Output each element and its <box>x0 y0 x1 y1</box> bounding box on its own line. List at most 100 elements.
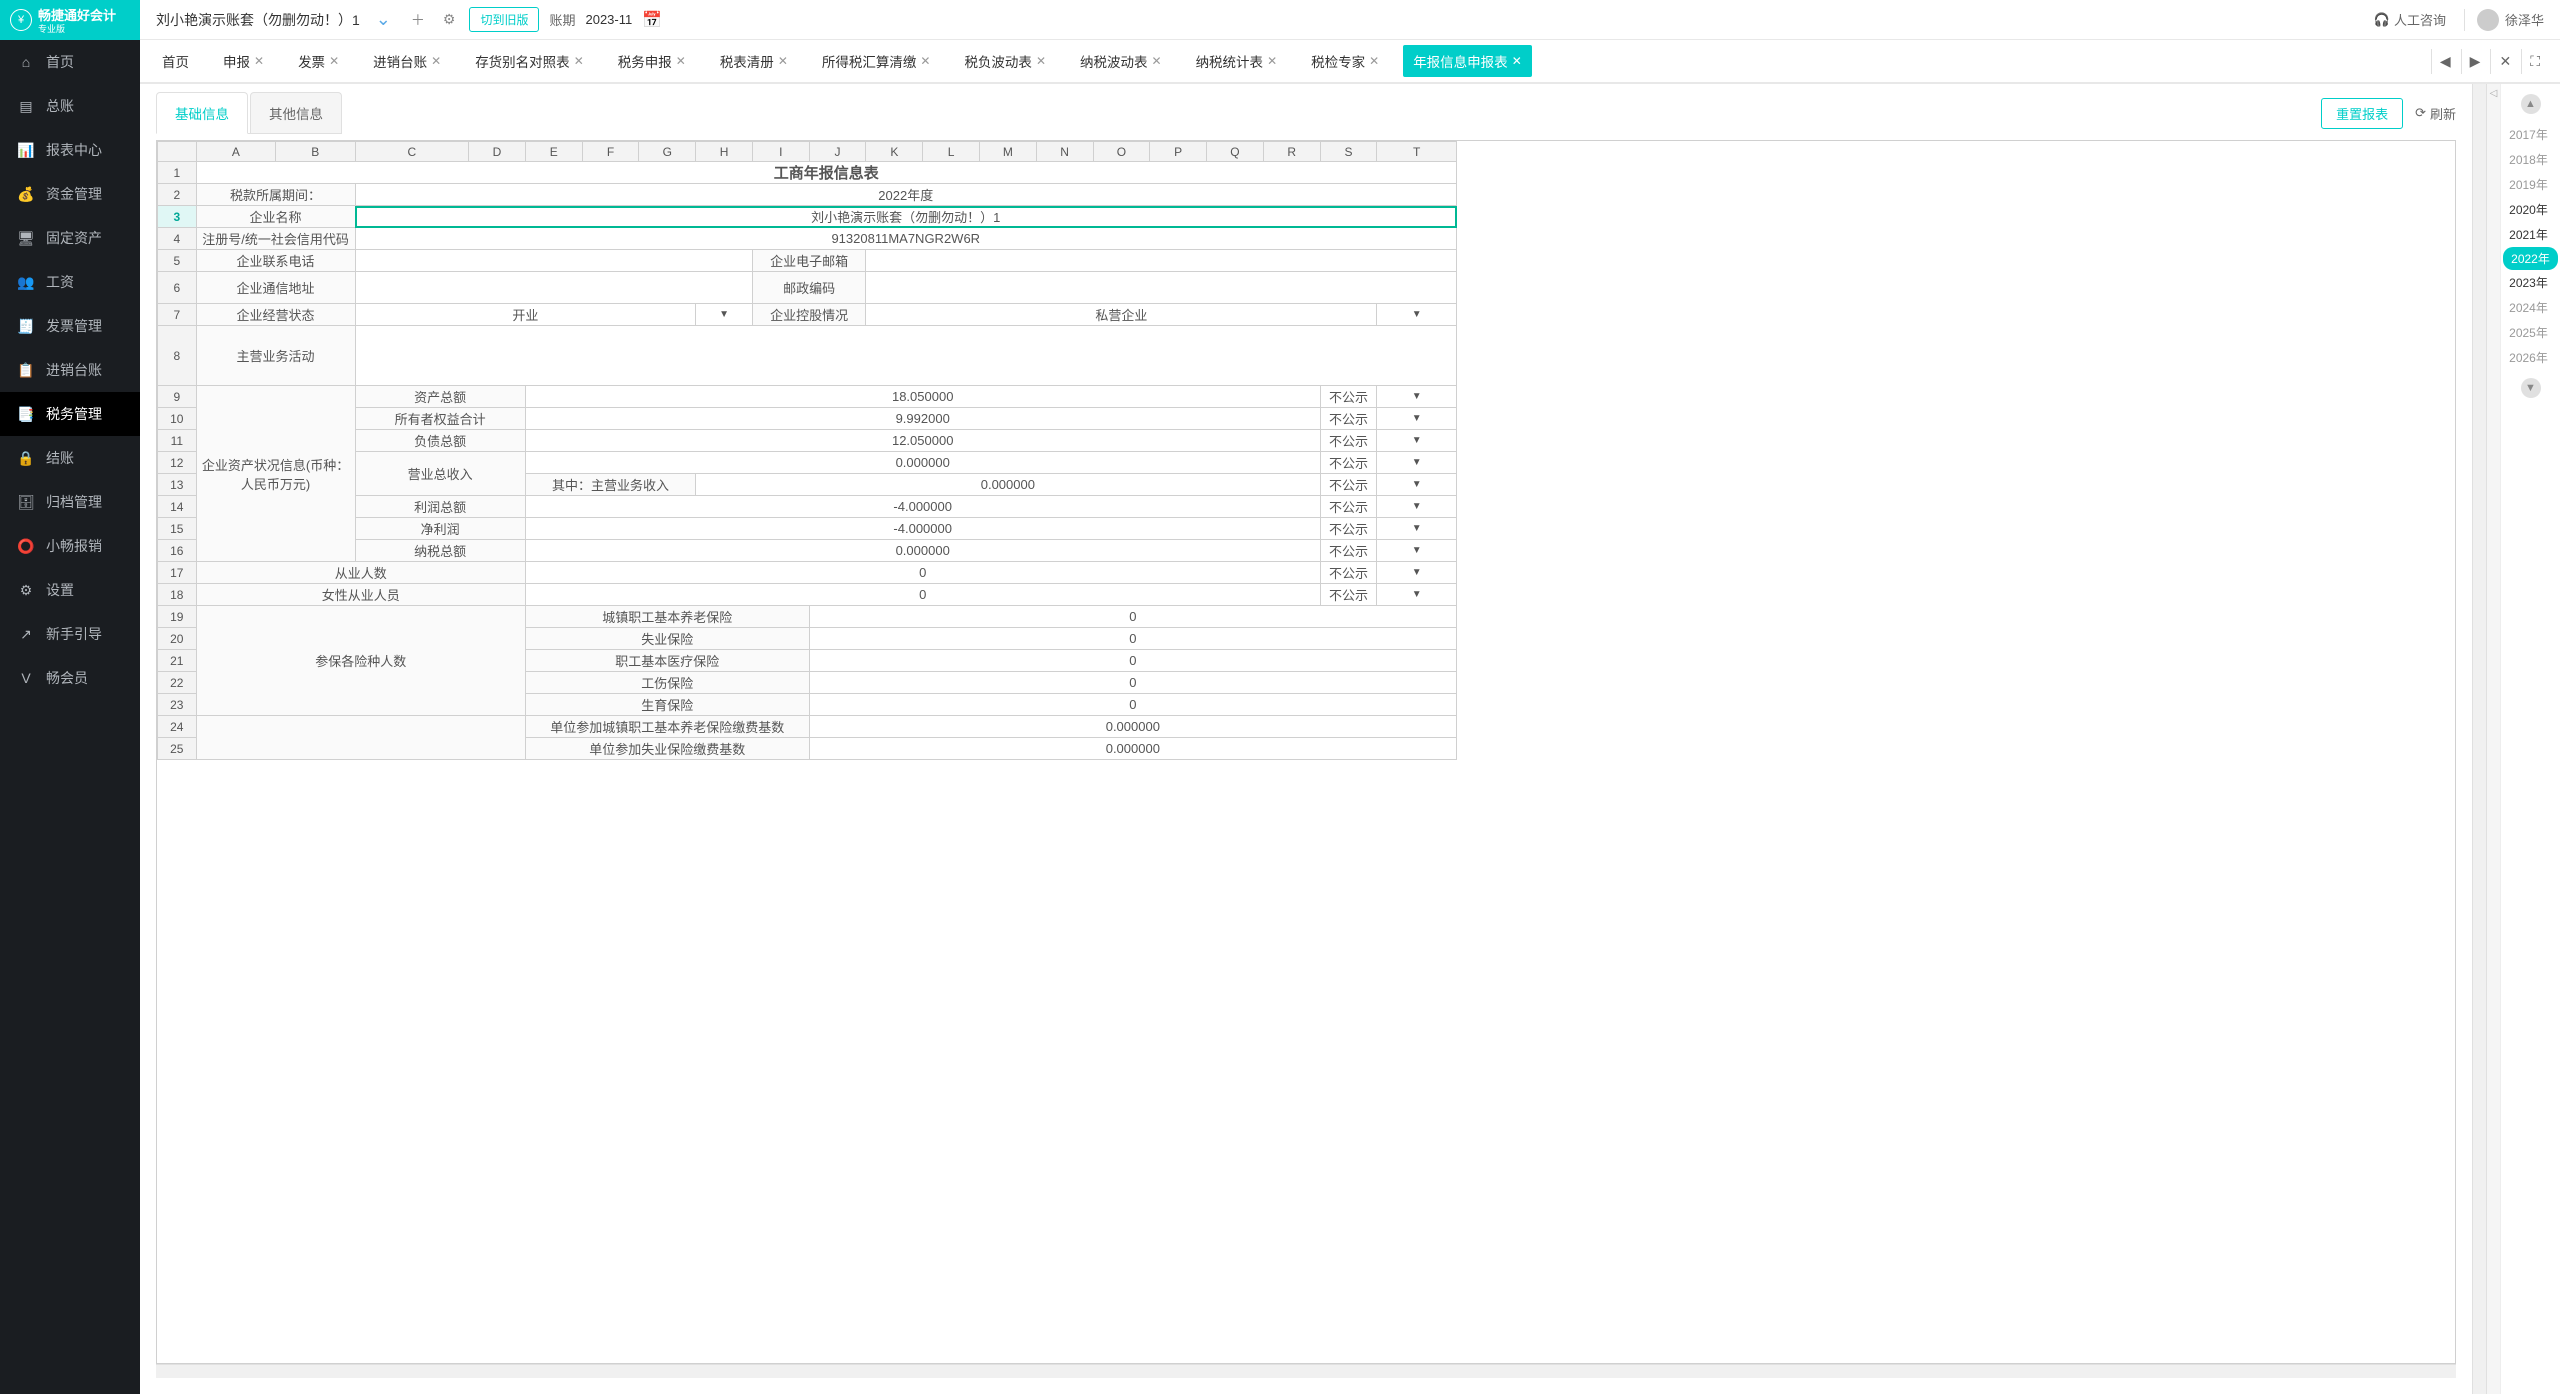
tab-prev-icon[interactable]: ◀ <box>2431 49 2459 74</box>
dropdown-icon[interactable]: ▼ <box>1377 452 1457 474</box>
gear-icon[interactable]: ⚙ <box>439 7 460 32</box>
calendar-icon[interactable]: 📅 <box>642 10 662 30</box>
finance-value[interactable]: 12.050000 <box>525 430 1320 452</box>
col-header-Q[interactable]: Q <box>1207 142 1264 162</box>
year-2021年[interactable]: 2021年 <box>2503 222 2558 247</box>
row-header[interactable]: 1 <box>158 162 197 184</box>
tab-3[interactable]: 进销台账✕ <box>363 45 451 77</box>
dropdown-icon[interactable]: ▼ <box>1377 496 1457 518</box>
row-header[interactable]: 5 <box>158 250 197 272</box>
nav-close[interactable]: 🔒结账 <box>0 436 140 480</box>
col-header-K[interactable]: K <box>866 142 923 162</box>
tab-6[interactable]: 税表清册✕ <box>710 45 798 77</box>
col-header-H[interactable]: H <box>696 142 753 162</box>
nav-archive[interactable]: 🗄归档管理 <box>0 480 140 524</box>
fullscreen-icon[interactable]: ⛶ <box>2521 49 2548 74</box>
tab-close-icon[interactable]: ✕ <box>254 54 264 68</box>
col-header-D[interactable]: D <box>469 142 526 162</box>
col-header-G[interactable]: G <box>639 142 696 162</box>
disclose-select[interactable]: 不公示 <box>1320 562 1377 584</box>
dropdown-icon[interactable]: ▼ <box>1377 304 1457 326</box>
year-2018年[interactable]: 2018年 <box>2503 147 2558 172</box>
tab-11[interactable]: 税检专家✕ <box>1301 45 1389 77</box>
tab-next-icon[interactable]: ▶ <box>2461 49 2489 74</box>
col-header-P[interactable]: P <box>1150 142 1207 162</box>
disclose-select[interactable]: 不公示 <box>1320 518 1377 540</box>
col-header-T[interactable]: T <box>1377 142 1457 162</box>
tab-2[interactable]: 发票✕ <box>288 45 349 77</box>
finance-value[interactable]: 18.050000 <box>525 386 1320 408</box>
tab-10[interactable]: 纳税统计表✕ <box>1186 45 1288 77</box>
row-header[interactable]: 3 <box>158 206 197 228</box>
tab-0[interactable]: 首页 <box>152 45 199 77</box>
finance-value[interactable]: -4.000000 <box>525 518 1320 540</box>
row-header[interactable]: 2 <box>158 184 197 206</box>
col-header-L[interactable]: L <box>923 142 980 162</box>
insurance-value[interactable]: 0 <box>809 650 1456 672</box>
year-2022年[interactable]: 2022年 <box>2503 247 2558 270</box>
dropdown-icon[interactable]: ▼ <box>1377 474 1457 496</box>
year-2017年[interactable]: 2017年 <box>2503 122 2558 147</box>
nav-home[interactable]: ⌂首页 <box>0 40 140 84</box>
insurance-value[interactable]: 0 <box>809 628 1456 650</box>
year-down-icon[interactable]: ▼ <box>2521 378 2541 398</box>
tab-close-icon[interactable]: ✕ <box>920 54 930 68</box>
tab-12[interactable]: 年报信息申报表✕ <box>1403 45 1532 77</box>
tab-7[interactable]: 所得税汇算清缴✕ <box>812 45 941 77</box>
nav-tax[interactable]: 📑税务管理 <box>0 392 140 436</box>
col-header-J[interactable]: J <box>809 142 866 162</box>
dropdown-icon[interactable]: ▼ <box>1377 408 1457 430</box>
row-header[interactable]: 21 <box>158 650 197 672</box>
insurance-value[interactable]: 0 <box>809 672 1456 694</box>
finance-value[interactable]: -4.000000 <box>525 496 1320 518</box>
row-header[interactable]: 12 <box>158 452 197 474</box>
col-header-C[interactable]: C <box>355 142 469 162</box>
col-header-I[interactable]: I <box>752 142 809 162</box>
nav-guide[interactable]: ↗新手引导 <box>0 612 140 656</box>
reset-report-button[interactable]: 重置报表 <box>2321 98 2403 129</box>
finance-value[interactable]: 0.000000 <box>525 540 1320 562</box>
year-2025年[interactable]: 2025年 <box>2503 320 2558 345</box>
row-header[interactable]: 11 <box>158 430 197 452</box>
row-header[interactable]: 10 <box>158 408 197 430</box>
dropdown-icon[interactable]: ▼ <box>1377 518 1457 540</box>
disclose-select[interactable]: 不公示 <box>1320 430 1377 452</box>
disclose-select[interactable]: 不公示 <box>1320 408 1377 430</box>
row-header[interactable]: 23 <box>158 694 197 716</box>
row-header[interactable]: 6 <box>158 272 197 304</box>
tab-close-icon[interactable]: ✕ <box>431 54 441 68</box>
subtab-basic[interactable]: 基础信息 <box>156 92 248 134</box>
nav-vip[interactable]: V畅会员 <box>0 656 140 700</box>
tab-close-icon[interactable]: ✕ <box>574 54 584 68</box>
row-header[interactable]: 24 <box>158 716 197 738</box>
year-2019年[interactable]: 2019年 <box>2503 172 2558 197</box>
year-2026年[interactable]: 2026年 <box>2503 345 2558 370</box>
dropdown-icon[interactable]: ▼ <box>1377 430 1457 452</box>
tab-9[interactable]: 纳税波动表✕ <box>1070 45 1172 77</box>
tab-4[interactable]: 存货别名对照表✕ <box>465 45 594 77</box>
nav-assets[interactable]: 🖥固定资产 <box>0 216 140 260</box>
plus-icon[interactable]: ＋ <box>407 6 429 34</box>
female-input[interactable]: 0 <box>525 584 1320 606</box>
disclose-select[interactable]: 不公示 <box>1320 474 1377 496</box>
row-header[interactable]: 20 <box>158 628 197 650</box>
nav-expense[interactable]: ⭕小畅报销 <box>0 524 140 568</box>
tab-close-all-icon[interactable]: ✕ <box>2490 49 2519 74</box>
row-header[interactable]: 13 <box>158 474 197 496</box>
refresh-button[interactable]: ⟳ 刷新 <box>2415 104 2456 123</box>
row-header[interactable]: 14 <box>158 496 197 518</box>
spreadsheet[interactable]: ABCDEFGHIJKLMNOPQRST 1工商年报信息表2税款所属期间：202… <box>156 140 2456 1364</box>
employees-input[interactable]: 0 <box>525 562 1320 584</box>
chevron-down-icon[interactable]: ⌄ <box>370 9 397 30</box>
nav-inout[interactable]: 📋进销台账 <box>0 348 140 392</box>
dropdown-icon[interactable]: ▼ <box>1377 584 1457 606</box>
switch-old-button[interactable]: 切到旧版 <box>469 7 539 32</box>
support-link[interactable]: 🎧 人工咨询 <box>2374 10 2446 29</box>
addr-input[interactable] <box>355 272 752 304</box>
tab-close-icon[interactable]: ✕ <box>676 54 686 68</box>
collapse-panel-icon[interactable]: ◁ <box>2486 84 2500 1394</box>
row-header[interactable]: 18 <box>158 584 197 606</box>
tab-close-icon[interactable]: ✕ <box>1267 54 1277 68</box>
period-value[interactable]: 2023-11 <box>585 12 632 27</box>
row-header[interactable]: 16 <box>158 540 197 562</box>
